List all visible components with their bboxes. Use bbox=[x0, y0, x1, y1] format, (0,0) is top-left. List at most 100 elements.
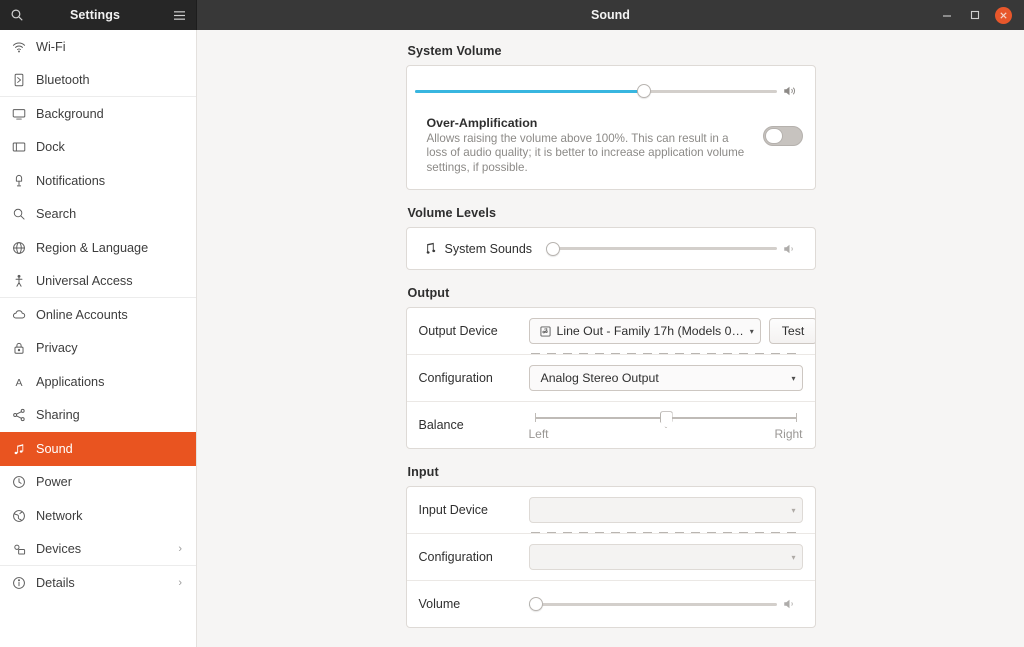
chevron-down-icon: ▾ bbox=[749, 326, 754, 336]
sidebar-item-label: Notifications bbox=[36, 173, 106, 188]
accessibility-icon bbox=[12, 274, 32, 288]
cloud-icon bbox=[12, 308, 32, 322]
test-button[interactable]: Test bbox=[768, 318, 815, 345]
system-volume-row bbox=[407, 66, 815, 106]
sidebar-item-power[interactable]: Power bbox=[0, 466, 196, 500]
system-volume-heading: System Volume bbox=[407, 44, 502, 58]
balance-row: Balance Left Right bbox=[406, 401, 815, 448]
sidebar-item-dock[interactable]: Dock bbox=[0, 131, 196, 165]
sidebar-item-label: Dock bbox=[36, 140, 65, 155]
sidebar-item-label: Wi-Fi bbox=[36, 39, 66, 54]
sidebar-item-notifications[interactable]: Notifications bbox=[0, 164, 196, 198]
sidebar-item-label: Universal Access bbox=[36, 274, 133, 289]
system-volume-card: Over-Amplification Allows raising the vo… bbox=[405, 65, 816, 191]
balance-slider[interactable]: Left Right bbox=[529, 405, 803, 445]
output-card: Output Device Line Out - Family 17h (Mod… bbox=[405, 307, 816, 450]
slider-handle[interactable] bbox=[637, 84, 652, 98]
sidebar-item-label: Online Accounts bbox=[36, 307, 128, 322]
sidebar-header: Settings bbox=[0, 0, 197, 30]
output-device-row: Output Device Line Out - Family 17h (Mod… bbox=[407, 308, 815, 356]
toggle-knob bbox=[764, 128, 783, 144]
sidebar-item-privacy[interactable]: Privacy bbox=[0, 332, 196, 366]
sound-icon bbox=[12, 442, 32, 456]
volume-muted-icon bbox=[777, 597, 803, 611]
network-icon bbox=[12, 509, 32, 523]
close-button[interactable] bbox=[995, 6, 1012, 24]
sidebar-item-label: Power bbox=[36, 475, 72, 490]
notifications-icon bbox=[12, 174, 32, 188]
over-amplification-row: Over-Amplification Allows raising the vo… bbox=[407, 106, 815, 189]
sidebar-item-region-language[interactable]: Region & Language bbox=[0, 231, 196, 265]
input-volume-slider[interactable] bbox=[528, 595, 777, 613]
sidebar-item-label: Background bbox=[36, 106, 104, 121]
info-icon bbox=[12, 576, 32, 590]
power-icon bbox=[12, 475, 32, 489]
sidebar-item-background[interactable]: Background bbox=[0, 97, 196, 131]
slider-track bbox=[528, 602, 777, 606]
output-configuration-label: Configuration bbox=[418, 371, 493, 386]
wifi-icon bbox=[12, 40, 32, 54]
chevron-down-icon: ▾ bbox=[791, 373, 796, 383]
sidebar-item-universal-access[interactable]: Universal Access bbox=[0, 265, 196, 299]
sharing-icon bbox=[12, 408, 32, 422]
input-volume-label: Volume bbox=[418, 597, 461, 612]
sidebar-item-details[interactable]: Details › bbox=[0, 566, 196, 600]
sidebar-item-label: Sound bbox=[36, 441, 73, 456]
output-configuration-dropdown[interactable]: Analog Stereo Output ▾ bbox=[528, 365, 803, 392]
input-device-dropdown[interactable]: ▾ bbox=[528, 497, 803, 524]
chevron-down-icon: ▾ bbox=[791, 505, 796, 515]
window-title: Sound bbox=[591, 8, 630, 22]
output-configuration-row: Configuration Analog Stereo Output ▾ bbox=[406, 354, 815, 401]
chevron-right-icon: › bbox=[178, 543, 182, 556]
sidebar-item-devices[interactable]: Devices › bbox=[0, 533, 196, 567]
balance-right-label: Right bbox=[774, 427, 803, 442]
slider-handle[interactable] bbox=[528, 597, 543, 612]
sidebar-item-sharing[interactable]: Sharing bbox=[0, 399, 196, 433]
sidebar-item-online-accounts[interactable]: Online Accounts bbox=[0, 298, 196, 332]
sidebar-item-applications[interactable]: A Applications bbox=[0, 365, 196, 399]
sidebar-item-label: Network bbox=[36, 508, 83, 523]
applications-icon: A bbox=[12, 375, 32, 389]
over-amplification-toggle[interactable] bbox=[762, 126, 803, 146]
search-icon[interactable] bbox=[0, 8, 34, 22]
sidebar-item-label: Sharing bbox=[36, 408, 80, 423]
sidebar-item-wi-fi[interactable]: Wi-Fi bbox=[0, 30, 196, 64]
dock-icon bbox=[12, 140, 32, 154]
sidebar-item-label: Applications bbox=[36, 374, 105, 389]
input-configuration-dropdown[interactable]: ▾ bbox=[528, 544, 803, 571]
volume-levels-heading: Volume Levels bbox=[407, 206, 497, 221]
maximize-button[interactable] bbox=[967, 7, 983, 23]
hamburger-menu-icon[interactable] bbox=[162, 10, 196, 21]
slider-handle[interactable] bbox=[546, 241, 561, 256]
volume-level-row: System Sounds bbox=[407, 228, 815, 269]
window-controls bbox=[939, 6, 1024, 24]
volume-muted-icon bbox=[777, 242, 803, 256]
output-device-value: Line Out - Family 17h (Models 0… bbox=[556, 324, 744, 339]
system-volume-slider[interactable] bbox=[414, 82, 777, 100]
sidebar-item-network[interactable]: Network bbox=[0, 499, 196, 533]
sidebar-item-bluetooth[interactable]: Bluetooth bbox=[0, 64, 196, 98]
balance-label: Balance bbox=[418, 418, 464, 433]
background-icon bbox=[12, 107, 32, 121]
sidebar-item-label: Bluetooth bbox=[36, 73, 90, 88]
sidebar-item-label: Privacy bbox=[36, 341, 78, 356]
input-device-label: Input Device bbox=[418, 503, 488, 518]
chevron-right-icon: › bbox=[178, 576, 182, 589]
input-device-row: Input Device ▾ bbox=[407, 487, 815, 535]
sidebar-item-label: Region & Language bbox=[36, 240, 149, 255]
output-configuration-value: Analog Stereo Output bbox=[540, 371, 659, 386]
output-device-dropdown[interactable]: Line Out - Family 17h (Models 0… ▾ bbox=[528, 318, 761, 345]
over-amplification-text: Over-Amplification Allows raising the vo… bbox=[427, 116, 763, 175]
over-amplification-title: Over-Amplification bbox=[426, 116, 538, 130]
bluetooth-icon bbox=[12, 73, 32, 87]
sidebar-item-search[interactable]: Search bbox=[0, 198, 196, 232]
balance-handle[interactable] bbox=[659, 411, 673, 429]
title-bar: Settings Sound bbox=[0, 0, 1024, 30]
minimize-button[interactable] bbox=[939, 7, 955, 23]
system-sounds-slider[interactable] bbox=[546, 240, 777, 258]
volume-levels-card: System Sounds bbox=[405, 227, 816, 271]
input-card: Input Device ▾ Configuration ▾ Volume bbox=[405, 486, 816, 629]
input-configuration-row: Configuration ▾ bbox=[406, 533, 815, 580]
sidebar-item-sound[interactable]: Sound bbox=[0, 432, 196, 466]
lock-icon bbox=[12, 341, 32, 355]
